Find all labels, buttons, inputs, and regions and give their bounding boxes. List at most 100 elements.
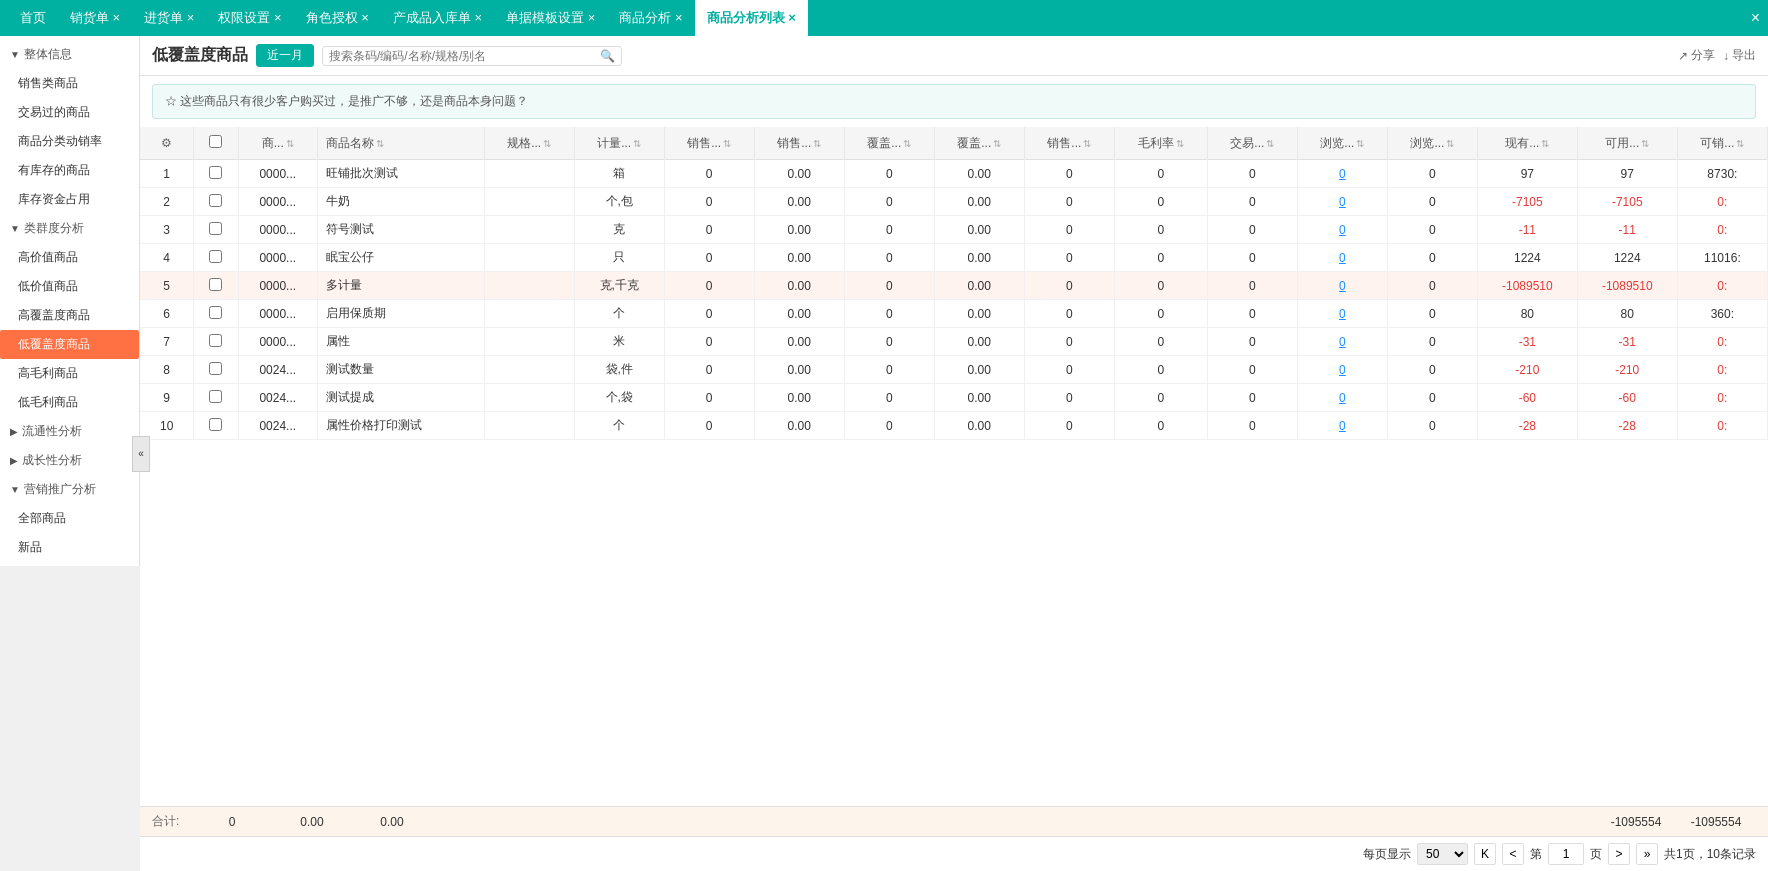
col-spec[interactable]: 规格...⇅	[484, 127, 574, 160]
col-unit[interactable]: 计量...⇅	[574, 127, 664, 160]
row-checkbox-input[interactable]	[209, 250, 222, 263]
col-stock3[interactable]: 可销...⇅	[1677, 127, 1767, 160]
row-checkbox[interactable]	[194, 244, 238, 272]
prev-page-btn[interactable]: <	[1502, 843, 1524, 865]
nav-item-sales[interactable]: 销货单 ×	[58, 0, 132, 36]
sidebar-item-category-rate[interactable]: 商品分类动销率	[0, 127, 139, 156]
row-checkbox[interactable]	[194, 328, 238, 356]
row-checkbox-input[interactable]	[209, 390, 222, 403]
row-checkbox[interactable]	[194, 384, 238, 412]
settings-icon[interactable]: ⚙	[157, 133, 177, 153]
sidebar-item-high-value[interactable]: 高价值商品	[0, 243, 139, 272]
col-stock2[interactable]: 可用...⇅	[1577, 127, 1677, 160]
nav-item-template[interactable]: 单据模板设置 ×	[494, 0, 607, 36]
sidebar-item-inventory-capital[interactable]: 库存资金占用	[0, 185, 139, 214]
row-checkbox-input[interactable]	[209, 306, 222, 319]
row-browse1[interactable]: 0	[1297, 300, 1387, 328]
col-code[interactable]: 商...⇅	[238, 127, 317, 160]
col-browse1[interactable]: 浏览...⇅	[1297, 127, 1387, 160]
col-browse2[interactable]: 浏览...⇅	[1387, 127, 1477, 160]
row-gross: 0	[1114, 160, 1207, 188]
nav-item-purchase[interactable]: 进货单 ×	[132, 0, 206, 36]
row-browse1[interactable]: 0	[1297, 244, 1387, 272]
row-checkbox-input[interactable]	[209, 166, 222, 179]
sidebar-item-low-coverage[interactable]: 低覆盖度商品	[0, 330, 139, 359]
page-title: 低覆盖度商品	[152, 45, 248, 66]
first-page-btn[interactable]: K	[1474, 843, 1496, 865]
sidebar-section-overall[interactable]: ▼ 整体信息	[0, 40, 139, 69]
row-browse1[interactable]: 0	[1297, 160, 1387, 188]
search-icon[interactable]: 🔍	[600, 49, 615, 63]
col-sales2[interactable]: 销售...⇅	[1024, 127, 1114, 160]
row-browse1[interactable]: 0	[1297, 356, 1387, 384]
sidebar-item-low-profit[interactable]: 低毛利商品	[0, 388, 139, 417]
sidebar-item-all-goods[interactable]: 全部商品	[0, 504, 139, 533]
table-row: 9 0024... 测试提成 个,袋 0 0.00 0 0.00 0 0 0 0…	[140, 384, 1768, 412]
filter-btn-recent-month[interactable]: 近一月	[256, 44, 314, 67]
sidebar-item-high-coverage[interactable]: 高覆盖度商品	[0, 301, 139, 330]
search-input[interactable]	[329, 49, 600, 63]
nav-item-analysis-list[interactable]: 商品分析列表 ×	[695, 0, 808, 36]
sidebar-section-marketing[interactable]: ▼ 营销推广分析	[0, 475, 139, 504]
row-checkbox-input[interactable]	[209, 278, 222, 291]
search-box[interactable]: 🔍	[322, 46, 622, 66]
row-browse1[interactable]: 0	[1297, 216, 1387, 244]
row-trade: 0	[1207, 216, 1297, 244]
table-row: 5 0000... 多计量 克,千克 0 0.00 0 0.00 0 0 0 0…	[140, 272, 1768, 300]
sidebar-item-high-profit[interactable]: 高毛利商品	[0, 359, 139, 388]
col-sales-qty[interactable]: 销售...⇅	[664, 127, 754, 160]
row-checkbox-input[interactable]	[209, 334, 222, 347]
row-checkbox[interactable]	[194, 216, 238, 244]
col-cover1[interactable]: 覆盖...⇅	[844, 127, 934, 160]
row-checkbox[interactable]	[194, 300, 238, 328]
row-checkbox[interactable]	[194, 272, 238, 300]
col-gross[interactable]: 毛利率⇅	[1114, 127, 1207, 160]
export-btn[interactable]: ↓ 导出	[1723, 47, 1756, 64]
row-checkbox[interactable]	[194, 356, 238, 384]
sidebar-item-traded-goods[interactable]: 交易过的商品	[0, 98, 139, 127]
col-stock1[interactable]: 现有...⇅	[1477, 127, 1577, 160]
table-container[interactable]: ⚙ 商...⇅ 商品名称⇅ 规格...⇅ 计量...⇅ 销售...⇅ 销售...…	[140, 127, 1768, 806]
sidebar-section-circulation[interactable]: ▶ 流通性分析	[0, 417, 139, 446]
row-browse1[interactable]: 0	[1297, 272, 1387, 300]
col-cover2[interactable]: 覆盖...⇅	[934, 127, 1024, 160]
nav-item-permissions[interactable]: 权限设置 ×	[206, 0, 293, 36]
row-checkbox-input[interactable]	[209, 194, 222, 207]
sidebar-item-stocked-goods[interactable]: 有库存的商品	[0, 156, 139, 185]
sidebar-section-growth[interactable]: ▶ 成长性分析	[0, 446, 139, 475]
row-checkbox[interactable]	[194, 188, 238, 216]
row-num: 4	[140, 244, 194, 272]
row-sales-qty: 0	[664, 160, 754, 188]
sidebar-item-low-value[interactable]: 低价值商品	[0, 272, 139, 301]
row-checkbox-input[interactable]	[209, 418, 222, 431]
col-sales-amt[interactable]: 销售...⇅	[754, 127, 844, 160]
sidebar-section-cluster[interactable]: ▼ 类群度分析	[0, 214, 139, 243]
col-trade[interactable]: 交易...⇅	[1207, 127, 1297, 160]
row-browse1[interactable]: 0	[1297, 328, 1387, 356]
nav-item-role[interactable]: 角色授权 ×	[294, 0, 381, 36]
row-browse1[interactable]: 0	[1297, 384, 1387, 412]
last-page-btn[interactable]: »	[1636, 843, 1658, 865]
close-icon[interactable]: ×	[1751, 9, 1760, 27]
row-checkbox-input[interactable]	[209, 362, 222, 375]
col-settings[interactable]: ⚙	[140, 127, 194, 160]
col-name[interactable]: 商品名称⇅	[317, 127, 484, 160]
page-number-input[interactable]	[1548, 843, 1584, 865]
sidebar-collapse-btn[interactable]: «	[132, 436, 150, 472]
row-checkbox-input[interactable]	[209, 222, 222, 235]
next-page-btn[interactable]: >	[1608, 843, 1630, 865]
sidebar-item-sales-goods[interactable]: 销售类商品	[0, 69, 139, 98]
nav-item-home[interactable]: 首页	[8, 0, 58, 36]
row-browse1[interactable]: 0	[1297, 188, 1387, 216]
nav-item-analysis[interactable]: 商品分析 ×	[607, 0, 694, 36]
row-checkbox[interactable]	[194, 412, 238, 440]
row-checkbox[interactable]	[194, 160, 238, 188]
sidebar-item-new-goods[interactable]: 新品	[0, 533, 139, 562]
share-btn[interactable]: ↗ 分享	[1678, 47, 1715, 64]
nav-item-finished[interactable]: 产成品入库单 ×	[381, 0, 494, 36]
col-checkbox[interactable]	[194, 127, 238, 160]
row-stock1: -28	[1477, 412, 1577, 440]
per-page-select[interactable]: 50 20 100	[1417, 843, 1468, 865]
select-all-checkbox[interactable]	[209, 135, 222, 148]
row-browse1[interactable]: 0	[1297, 412, 1387, 440]
